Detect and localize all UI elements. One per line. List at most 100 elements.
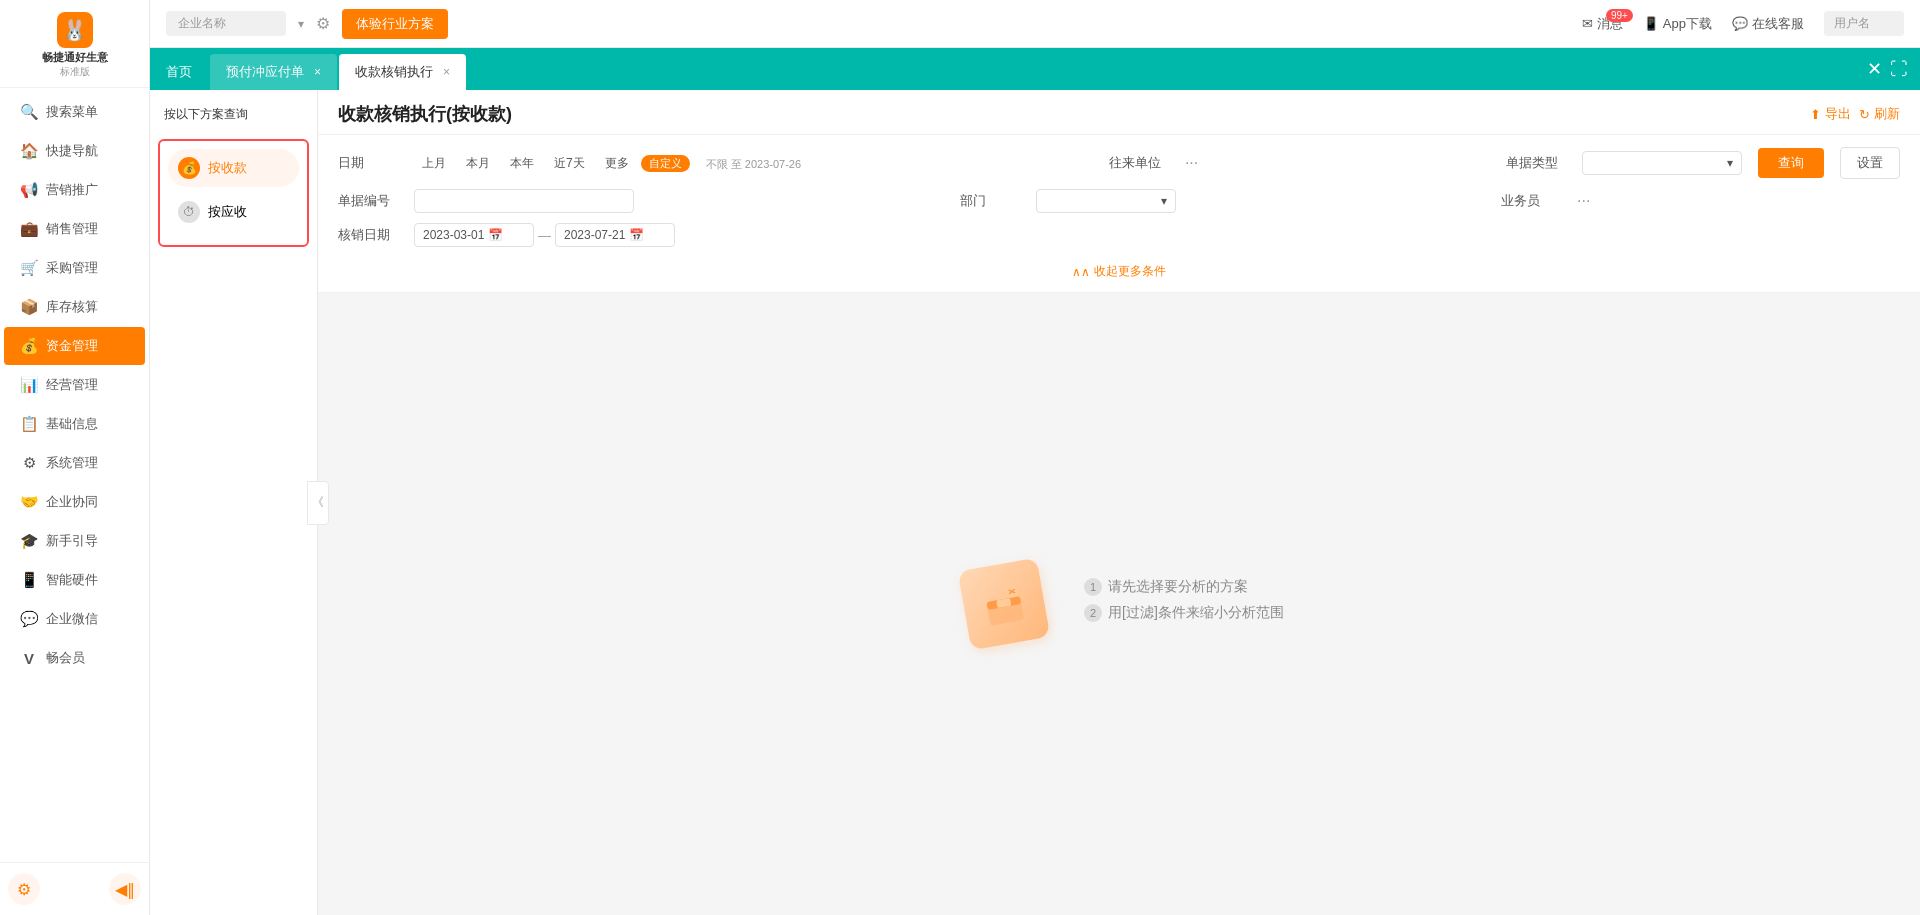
sidebar-item-hardware[interactable]: 📱 智能硬件 <box>4 561 145 599</box>
verify-start-input[interactable]: 2023-03-01 📅 <box>414 223 534 247</box>
app-edition: 标准版 <box>60 65 90 79</box>
sales-nav-icon: 💼 <box>20 220 38 238</box>
sidebar-item-inventory[interactable]: 📦 库存核算 <box>4 288 145 326</box>
collapse-more-btn[interactable]: ∧∧ 收起更多条件 <box>1072 257 1166 280</box>
sidebar-label-basic: 基础信息 <box>46 415 98 433</box>
empty-illustration <box>954 554 1054 654</box>
dept-dropdown-icon: ▾ <box>1161 194 1167 208</box>
sidebar-item-marketing[interactable]: 📢 营销推广 <box>4 171 145 209</box>
user-profile[interactable]: 用户名 <box>1824 11 1904 36</box>
verify-end-input[interactable]: 2023-07-21 📅 <box>555 223 675 247</box>
calendar-end-icon: 📅 <box>629 228 644 242</box>
sidebar-item-collab[interactable]: 🤝 企业协同 <box>4 483 145 521</box>
filter-by-receivable[interactable]: ⏱ 按应收 <box>168 193 299 231</box>
panel-collapse-btn[interactable]: 《 <box>307 481 329 525</box>
date-tab-7days[interactable]: 近7天 <box>546 153 593 174</box>
tab1-close-icon[interactable]: × <box>314 65 321 79</box>
date-tab-lastmonth[interactable]: 上月 <box>414 153 454 174</box>
filter-scheme-box: 💰 按收款 ⏱ 按应收 <box>158 139 309 247</box>
sidebar-item-quicknav[interactable]: 🏠 快捷导航 <box>4 132 145 170</box>
tab-prepay[interactable]: 预付冲应付单 × <box>210 54 337 90</box>
content-area: 按以下方案查询 💰 按收款 ⏱ 按应收 《 收款核销执行(按收款) <box>150 90 1920 915</box>
home-nav-icon: 🏠 <box>20 142 38 160</box>
left-panel: 按以下方案查询 💰 按收款 ⏱ 按应收 《 <box>150 90 318 915</box>
right-content: 收款核销执行(按收款) ⬆ 导出 ↻ 刷新 日期 <box>318 90 1920 915</box>
doctype-label: 单据类型 <box>1506 154 1566 172</box>
tab-expand-icon[interactable]: ⛶ <box>1890 59 1908 80</box>
docno-input[interactable] <box>414 189 634 213</box>
empty-box-svg <box>975 575 1033 633</box>
tab-actions: ✕ ⛶ <box>1855 48 1920 90</box>
empty-tip-1: 1 请先选择要分析的方案 <box>1084 578 1284 596</box>
industry-btn[interactable]: 体验行业方案 <box>342 9 448 39</box>
refresh-btn[interactable]: ↻ 刷新 <box>1859 105 1900 123</box>
sidebar-item-system[interactable]: ⚙ 系统管理 <box>4 444 145 482</box>
empty-box-visual <box>958 558 1051 651</box>
staff-input[interactable]: ··· <box>1577 192 1590 210</box>
sidebar-item-operations[interactable]: 📊 经营管理 <box>4 366 145 404</box>
sidebar-item-wechat[interactable]: 💬 企业微信 <box>4 600 145 638</box>
date-custom-badge[interactable]: 自定义 <box>641 155 690 172</box>
message-btn[interactable]: ✉ 消息 99+ <box>1582 15 1623 33</box>
sidebar-nav: 🔍 搜索菜单 🏠 快捷导航 📢 营销推广 💼 销售管理 🛒 采购管理 📦 库存核… <box>0 88 149 862</box>
system-nav-icon: ⚙ <box>20 454 38 472</box>
filter-by-receipt[interactable]: 💰 按收款 <box>168 149 299 187</box>
verify-start-value: 2023-03-01 <box>423 228 484 242</box>
sidebar-item-finance[interactable]: 💰 资金管理 <box>4 327 145 365</box>
sidebar-item-sales[interactable]: 💼 销售管理 <box>4 210 145 248</box>
guide-nav-icon: 🎓 <box>20 532 38 550</box>
tab-home[interactable]: 首页 <box>150 54 208 90</box>
dept-select[interactable]: ▾ <box>1036 189 1176 213</box>
filter-receivable-label: 按应收 <box>208 203 247 221</box>
inventory-nav-icon: 📦 <box>20 298 38 316</box>
date-tab-more[interactable]: 更多 <box>597 153 637 174</box>
sidebar: 🐰 畅捷通好生意 标准版 🔍 搜索菜单 🏠 快捷导航 📢 营销推广 💼 销售管理… <box>0 0 150 915</box>
receipt-icon: 💰 <box>178 157 200 179</box>
sidebar-bottom: ⚙ ◀‖ <box>0 862 149 915</box>
sidebar-item-search[interactable]: 🔍 搜索菜单 <box>4 93 145 131</box>
app-download-btn[interactable]: 📱 App下载 <box>1643 15 1712 33</box>
date-tab-thisyear[interactable]: 本年 <box>502 153 542 174</box>
empty-tip-2: 2 用[过滤]条件来缩小分析范围 <box>1084 604 1284 622</box>
query-btn[interactable]: 查询 <box>1758 148 1824 178</box>
sidebar-label-search: 搜索菜单 <box>46 103 98 121</box>
tab-close-all-icon[interactable]: ✕ <box>1867 58 1882 80</box>
tab2-label: 收款核销执行 <box>355 63 433 81</box>
calendar-start-icon: 📅 <box>488 228 503 242</box>
doctype-select[interactable]: ▾ <box>1582 151 1742 175</box>
service-icon: 💬 <box>1732 16 1748 31</box>
partner-input[interactable]: ··· <box>1185 154 1198 172</box>
sidebar-collapse-btn[interactable]: ◀‖ <box>109 873 141 905</box>
finance-nav-icon: 💰 <box>20 337 38 355</box>
filter-row-2: 单据编号 部门 ▾ 业务员 ··· <box>338 189 1900 213</box>
doctype-dropdown-icon: ▾ <box>1727 156 1733 170</box>
sidebar-label-purchase: 采购管理 <box>46 259 98 277</box>
topbar-right: ✉ 消息 99+ 📱 App下载 💬 在线客服 用户名 <box>1582 11 1904 36</box>
settings-icon[interactable]: ⚙ <box>316 14 330 33</box>
sidebar-item-basic[interactable]: 📋 基础信息 <box>4 405 145 443</box>
online-service-btn[interactable]: 💬 在线客服 <box>1732 15 1804 33</box>
empty-tips: 1 请先选择要分析的方案 2 用[过滤]条件来缩小分析范围 <box>1084 578 1284 630</box>
filter-row-3: 核销日期 2023-03-01 📅 — 2023-07-21 📅 <box>338 223 1900 247</box>
sidebar-label-inventory: 库存核算 <box>46 298 98 316</box>
date-range-sep: — <box>538 228 551 243</box>
date-tab-thismonth[interactable]: 本月 <box>458 153 498 174</box>
sidebar-item-purchase[interactable]: 🛒 采购管理 <box>4 249 145 287</box>
sidebar-label-system: 系统管理 <box>46 454 98 472</box>
brand-dropdown-icon[interactable]: ▾ <box>298 17 304 31</box>
tab-receipt-verify[interactable]: 收款核销执行 × <box>339 54 466 90</box>
export-btn[interactable]: ⬆ 导出 <box>1810 105 1851 123</box>
settings-btn[interactable]: 设置 <box>1840 147 1900 179</box>
brand-selector[interactable]: 企业名称 <box>166 11 286 36</box>
left-panel-title: 按以下方案查询 <box>158 102 309 127</box>
tab2-close-icon[interactable]: × <box>443 65 450 79</box>
tip2-text: 用[过滤]条件来缩小分析范围 <box>1108 604 1284 622</box>
sidebar-item-guide[interactable]: 🎓 新手引导 <box>4 522 145 560</box>
sidebar-label-hardware: 智能硬件 <box>46 571 98 589</box>
export-icon: ⬆ <box>1810 107 1821 122</box>
empty-state: 1 请先选择要分析的方案 2 用[过滤]条件来缩小分析范围 <box>318 293 1920 915</box>
collapse-more-row: ∧∧ 收起更多条件 <box>338 257 1900 280</box>
page-header-actions: ⬆ 导出 ↻ 刷新 <box>1810 105 1900 123</box>
sidebar-item-member[interactable]: V 畅会员 <box>4 639 145 677</box>
sidebar-settings-btn[interactable]: ⚙ <box>8 873 40 905</box>
